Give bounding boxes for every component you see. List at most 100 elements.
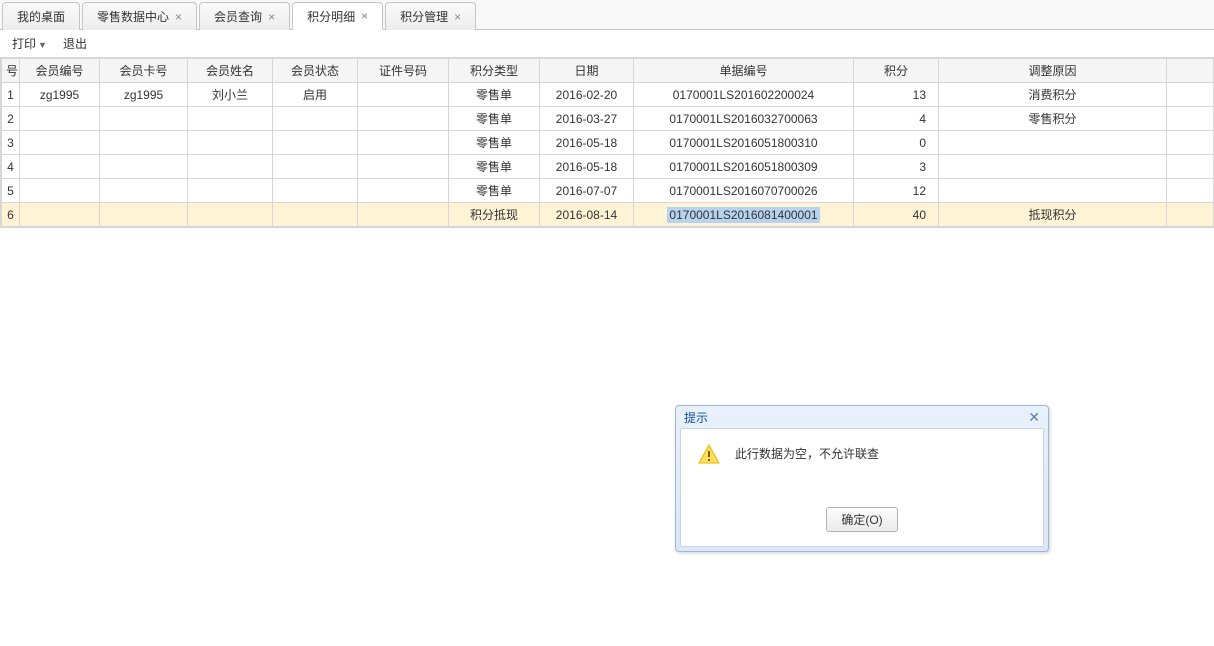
tab-label: 我的桌面: [17, 8, 65, 25]
cell: 启用: [273, 83, 358, 107]
tab-points-detail[interactable]: 积分明细 ×: [292, 2, 383, 30]
cell: 零售单: [449, 107, 540, 131]
cell: [188, 131, 273, 155]
cell: 2016-08-14: [540, 203, 634, 227]
cell: 零售单: [449, 155, 540, 179]
cell: 3: [854, 155, 939, 179]
col-card-no[interactable]: 会员卡号: [100, 59, 188, 83]
cell: [20, 179, 100, 203]
cell: 刘小兰: [188, 83, 273, 107]
cell: 2016-03-27: [540, 107, 634, 131]
cell: 0170001LS2016070700026: [634, 179, 854, 203]
cell: [273, 155, 358, 179]
cell: 5: [2, 179, 20, 203]
cell: [20, 155, 100, 179]
cell-tail: [1167, 203, 1214, 227]
cell: 消费积分: [939, 83, 1167, 107]
cell: 6: [2, 203, 20, 227]
toolbar: 打印▼ 退出: [0, 30, 1214, 58]
cell-tail: [1167, 83, 1214, 107]
warning-icon: [697, 443, 721, 467]
table-row[interactable]: 5零售单2016-07-070170001LS201607070002612: [2, 179, 1214, 203]
cell: [358, 179, 449, 203]
cell: 40: [854, 203, 939, 227]
table-row[interactable]: 3零售单2016-05-180170001LS20160518003100: [2, 131, 1214, 155]
cell: [100, 131, 188, 155]
cell: 0170001LS2016051800310: [634, 131, 854, 155]
cell: [358, 155, 449, 179]
cell: [20, 203, 100, 227]
table-row[interactable]: 4零售单2016-05-180170001LS20160518003093: [2, 155, 1214, 179]
cell-tail: [1167, 107, 1214, 131]
close-icon[interactable]: ×: [268, 10, 275, 24]
cell: 积分抵现: [449, 203, 540, 227]
ok-button[interactable]: 确定(O): [826, 507, 897, 532]
table-row[interactable]: 2零售单2016-03-270170001LS20160327000634零售积…: [2, 107, 1214, 131]
tab-desktop[interactable]: 我的桌面: [2, 2, 80, 30]
tab-label: 积分明细: [307, 8, 355, 25]
cell: 4: [2, 155, 20, 179]
cell: 12: [854, 179, 939, 203]
tab-member-query[interactable]: 会员查询×: [199, 2, 290, 30]
cell: [188, 203, 273, 227]
print-menu[interactable]: 打印▼: [4, 33, 55, 54]
close-icon[interactable]: ×: [454, 10, 461, 24]
cell: [188, 155, 273, 179]
cell: 0: [854, 131, 939, 155]
cell: 2016-05-18: [540, 131, 634, 155]
cell: 13: [854, 83, 939, 107]
exit-button[interactable]: 退出: [55, 33, 95, 54]
cell: 0170001LS2016081400001: [634, 203, 854, 227]
cell: [273, 203, 358, 227]
cell: [939, 179, 1167, 203]
cell: [20, 107, 100, 131]
col-date[interactable]: 日期: [540, 59, 634, 83]
col-member-id[interactable]: 会员编号: [20, 59, 100, 83]
tab-points-manage[interactable]: 积分管理×: [385, 2, 476, 30]
cell: 抵现积分: [939, 203, 1167, 227]
cell: [100, 179, 188, 203]
col-points[interactable]: 积分: [854, 59, 939, 83]
points-table: 号 会员编号 会员卡号 会员姓名 会员状态 证件号码 积分类型 日期 单据编号 …: [0, 58, 1214, 228]
dialog-title: 提示: [684, 409, 708, 426]
cell: 0170001LS201602200024: [634, 83, 854, 107]
tab-bar: 我的桌面 零售数据中心× 会员查询× 积分明细 × 积分管理×: [0, 0, 1214, 30]
col-bill[interactable]: 单据编号: [634, 59, 854, 83]
col-status[interactable]: 会员状态: [273, 59, 358, 83]
cell: [273, 179, 358, 203]
cell: [358, 203, 449, 227]
cell: 零售单: [449, 179, 540, 203]
col-type[interactable]: 积分类型: [449, 59, 540, 83]
dialog-titlebar[interactable]: 提示 ✕: [676, 406, 1048, 428]
col-tail: [1167, 59, 1214, 83]
cell: 2: [2, 107, 20, 131]
ok-label: 确定(O): [841, 513, 882, 527]
cell-tail: [1167, 155, 1214, 179]
cell: [273, 107, 358, 131]
cell: 零售单: [449, 83, 540, 107]
tab-retail-data[interactable]: 零售数据中心×: [82, 2, 197, 30]
cell: 3: [2, 131, 20, 155]
cell: 1: [2, 83, 20, 107]
cell: [20, 131, 100, 155]
cell: [100, 107, 188, 131]
cell: [100, 203, 188, 227]
col-idx[interactable]: 号: [2, 59, 20, 83]
col-cert[interactable]: 证件号码: [358, 59, 449, 83]
cell: [358, 131, 449, 155]
cell: [939, 155, 1167, 179]
col-name[interactable]: 会员姓名: [188, 59, 273, 83]
cell: [358, 83, 449, 107]
cell: [273, 131, 358, 155]
close-icon[interactable]: ✕: [1028, 409, 1040, 426]
cell: [939, 131, 1167, 155]
table-row[interactable]: 1zg1995zg1995刘小兰启用零售单2016-02-200170001LS…: [2, 83, 1214, 107]
print-label: 打印: [12, 37, 36, 51]
close-icon[interactable]: ×: [361, 9, 368, 23]
cell: 零售积分: [939, 107, 1167, 131]
table-row[interactable]: 6 积分抵现2016-08-140170001LS201608140000140抵…: [2, 203, 1214, 227]
close-icon[interactable]: ×: [175, 10, 182, 24]
col-reason[interactable]: 调整原因: [939, 59, 1167, 83]
cell: [188, 179, 273, 203]
cell: 0170001LS2016032700063: [634, 107, 854, 131]
